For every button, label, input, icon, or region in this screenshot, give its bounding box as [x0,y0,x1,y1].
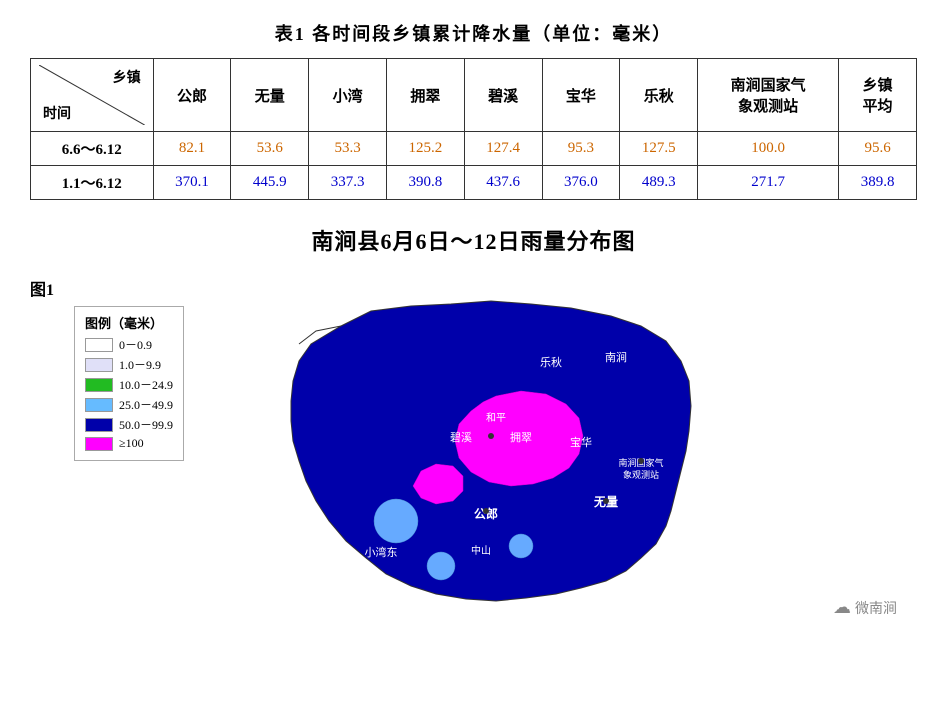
medium-rain-circle-1 [374,499,418,543]
legend-color-2 [85,378,113,392]
cell-yongcui-1: 125.2 [386,132,464,166]
legend-color-1 [85,358,113,372]
legend-label-1: 1.0－9.9 [119,356,161,373]
label-leqiu: 乐秋 [540,355,562,369]
legend-box: 图例（毫米） 0－0.9 1.0－9.9 10.0－24.9 25.0－49.9 [74,306,184,461]
label-nanjian: 南涧 [605,351,627,364]
label-station2: 象观测站 [622,469,658,480]
label-baohua: 宝华 [570,435,592,449]
cell-wuliang-1: 53.6 [231,132,309,166]
legend-label-4: 50.0－99.9 [119,416,173,433]
legend-label-3: 25.0－49.9 [119,396,173,413]
legend-label-5: ≥100 [119,436,144,451]
col-header-wuliang: 无量 [231,59,309,132]
map-svg: 碧溪 拥翠 公郎 无量 小湾东 宝华 乐秋 南涧 和平 [211,266,771,626]
medium-rain-circle-2 [427,552,455,580]
label-heping: 和平 [486,412,506,424]
header-corner: 乡镇 时间 [31,59,154,132]
watermark-text: 微南涧 [855,598,897,618]
dot-center [488,433,494,439]
map-content: 图例（毫米） 0－0.9 1.0－9.9 10.0－24.9 25.0－49.9 [64,266,917,626]
cell-leqiu-2: 489.3 [620,166,698,200]
page-container: 表1 各时间段乡镇累计降水量（单位：毫米） 乡镇 时间 公郎 无量 小湾 拥翠 [0,0,947,646]
legend-color-5 [85,437,113,451]
col-header-xiaowan: 小湾 [309,59,387,132]
figure-label: 图1 [30,276,54,300]
col-header-gonglang: 公郎 [153,59,231,132]
watermark-icon: ☁ [833,597,851,618]
col-header-avg: 乡镇平均 [839,59,917,132]
legend-title: 图例（毫米） [85,313,173,332]
map-svg-wrapper: 碧溪 拥翠 公郎 无量 小湾东 宝华 乐秋 南涧 和平 [64,266,917,626]
map-section: 图1 图例（毫米） 0－0.9 1.0－9.9 10.0－24.9 [30,266,917,626]
watermark: ☁ 微南涧 [833,597,897,618]
map-title: 南涧县6月6日～12日雨量分布图 [30,224,917,256]
medium-rain-circle-3 [509,534,533,558]
table-title: 表1 各时间段乡镇累计降水量（单位：毫米） [30,20,917,46]
cell-leqiu-1: 127.5 [620,132,698,166]
dot-wuliang [603,498,609,504]
col-header-yongcui: 拥翠 [386,59,464,132]
row-label-6612: 6.6～6.12 [31,132,154,166]
cell-bixi-2: 437.6 [464,166,542,200]
dot-gonglang [483,508,489,514]
cell-xiaowan-2: 337.3 [309,166,387,200]
data-table: 乡镇 时间 公郎 无量 小湾 拥翠 碧溪 宝华 乐秋 南涧国家气象观测站 乡镇平… [30,58,917,200]
cell-baohua-1: 95.3 [542,132,620,166]
cell-gonglang-2: 370.1 [153,166,231,200]
label-bixi: 碧溪 [450,431,472,444]
legend-label-2: 10.0－24.9 [119,376,173,393]
legend-label-0: 0－0.9 [119,336,152,353]
legend-item-2: 10.0－24.9 [85,376,173,393]
col-header-station: 南涧国家气象观测站 [698,59,839,132]
label-yongcui: 拥翠 [510,430,532,444]
cell-yongcui-2: 390.8 [386,166,464,200]
col-header-baohua: 宝华 [542,59,620,132]
cell-gonglang-1: 82.1 [153,132,231,166]
cell-avg-1: 95.6 [839,132,917,166]
legend-item-5: ≥100 [85,436,173,451]
legend-item-3: 25.0－49.9 [85,396,173,413]
table-row: 6.6～6.12 82.1 53.6 53.3 125.2 127.4 95.3… [31,132,917,166]
cell-station-2: 271.7 [698,166,839,200]
cell-xiaowan-1: 53.3 [309,132,387,166]
corner-label-shijian: 时间 [43,103,71,123]
legend-item-4: 50.0－99.9 [85,416,173,433]
cell-wuliang-2: 445.9 [231,166,309,200]
col-header-leqiu: 乐秋 [620,59,698,132]
legend-color-0 [85,338,113,352]
legend-item-1: 1.0－9.9 [85,356,173,373]
cell-baohua-2: 376.0 [542,166,620,200]
table-row: 1.1～6.12 370.1 445.9 337.3 390.8 437.6 3… [31,166,917,200]
label-zhongshan: 中山 [471,544,491,557]
legend-item-0: 0－0.9 [85,336,173,353]
dot-station [638,458,644,464]
row-label-1612: 1.1～6.12 [31,166,154,200]
cell-station-1: 100.0 [698,132,839,166]
cell-bixi-1: 127.4 [464,132,542,166]
legend-color-3 [85,398,113,412]
label-xiaowan: 小湾东 [364,545,397,559]
cell-avg-2: 389.8 [839,166,917,200]
corner-label-xiang: 乡镇 [113,67,141,87]
legend-color-4 [85,418,113,432]
col-header-bixi: 碧溪 [464,59,542,132]
